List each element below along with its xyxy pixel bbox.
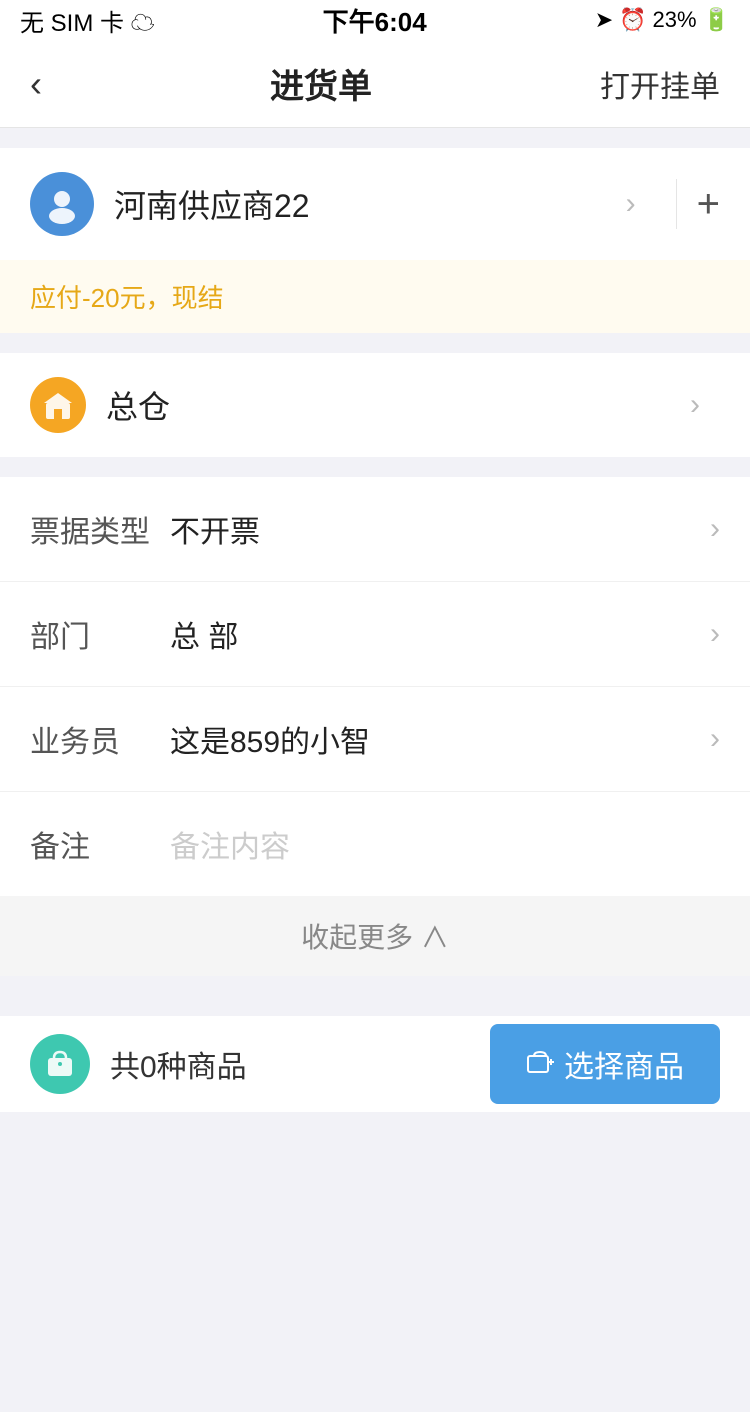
- back-button[interactable]: ‹: [30, 63, 42, 105]
- page-background: [0, 1112, 750, 1412]
- alarm-icon: ⏰: [619, 7, 646, 33]
- status-left: 无 SIM 卡 ☁: [20, 3, 155, 38]
- nav-bar: ‹ 进货单 打开挂单: [0, 40, 750, 128]
- section-gap-1: [0, 128, 750, 148]
- collapse-row[interactable]: 收起更多 ∧: [0, 896, 750, 976]
- dept-row[interactable]: 部门 总 部 ›: [0, 581, 750, 686]
- warehouse-svg: [42, 389, 74, 421]
- sales-value: 这是859的小智: [150, 717, 710, 761]
- status-bar: 无 SIM 卡 ☁ 下午6:04 ➤ ⏰ 23% 🔋: [0, 0, 750, 40]
- notice-text: 应付-20元，现结: [30, 283, 224, 313]
- dept-chevron-icon: ›: [710, 617, 720, 651]
- battery-icon: 🔋: [703, 7, 730, 33]
- warehouse-section: 总仓 ›: [0, 353, 750, 457]
- cart-icon: [526, 1050, 554, 1078]
- invoice-row[interactable]: 票据类型 不开票 ›: [0, 477, 750, 581]
- select-product-label: 选择商品: [564, 1042, 684, 1086]
- notice-banner: 应付-20元，现结: [0, 260, 750, 333]
- remark-label: 备注: [30, 822, 150, 866]
- select-product-button[interactable]: 选择商品: [490, 1024, 720, 1104]
- supplier-row[interactable]: 河南供应商22 › +: [0, 148, 750, 260]
- status-right: ➤ ⏰ 23% 🔋: [595, 7, 730, 33]
- battery-text: 23%: [653, 7, 697, 33]
- invoice-label: 票据类型: [30, 507, 150, 551]
- signal-text: 无 SIM 卡 ☁: [20, 3, 155, 38]
- avatar-icon: [42, 184, 82, 224]
- vertical-divider: [676, 179, 677, 229]
- form-section: 票据类型 不开票 › 部门 总 部 › 业务员 这是859的小智 › 备注 备注…: [0, 477, 750, 896]
- product-count: 共0种商品: [110, 1042, 490, 1086]
- open-pending-button[interactable]: 打开挂单: [600, 62, 720, 106]
- section-gap-4: [0, 976, 750, 996]
- product-svg: [44, 1048, 76, 1080]
- remark-input[interactable]: 备注内容: [150, 822, 720, 866]
- supplier-avatar: [30, 172, 94, 236]
- collapse-label: 收起更多 ∧: [301, 916, 449, 956]
- remark-row[interactable]: 备注 备注内容: [0, 791, 750, 896]
- supplier-chevron-icon: ›: [626, 187, 636, 221]
- dept-label: 部门: [30, 612, 150, 656]
- sales-chevron-icon: ›: [710, 722, 720, 756]
- warehouse-chevron-icon: ›: [690, 388, 700, 422]
- dept-value: 总 部: [150, 612, 710, 656]
- add-supplier-button[interactable]: +: [697, 184, 720, 224]
- warehouse-name: 总仓: [106, 382, 690, 428]
- warehouse-icon: [30, 377, 86, 433]
- product-icon: [30, 1034, 90, 1094]
- page-title: 进货单: [270, 59, 372, 108]
- section-gap-2: [0, 333, 750, 353]
- sales-row[interactable]: 业务员 这是859的小智 ›: [0, 686, 750, 791]
- invoice-value: 不开票: [150, 507, 710, 551]
- bottom-section: 共0种商品 选择商品: [0, 1016, 750, 1112]
- supplier-name: 河南供应商22: [114, 181, 626, 227]
- section-gap-3: [0, 457, 750, 477]
- location-icon: ➤: [595, 7, 613, 33]
- warehouse-row[interactable]: 总仓 ›: [0, 353, 750, 457]
- status-time: 下午6:04: [323, 2, 427, 39]
- sales-label: 业务员: [30, 717, 150, 761]
- supplier-section: 河南供应商22 › + 应付-20元，现结: [0, 148, 750, 333]
- invoice-chevron-icon: ›: [710, 512, 720, 546]
